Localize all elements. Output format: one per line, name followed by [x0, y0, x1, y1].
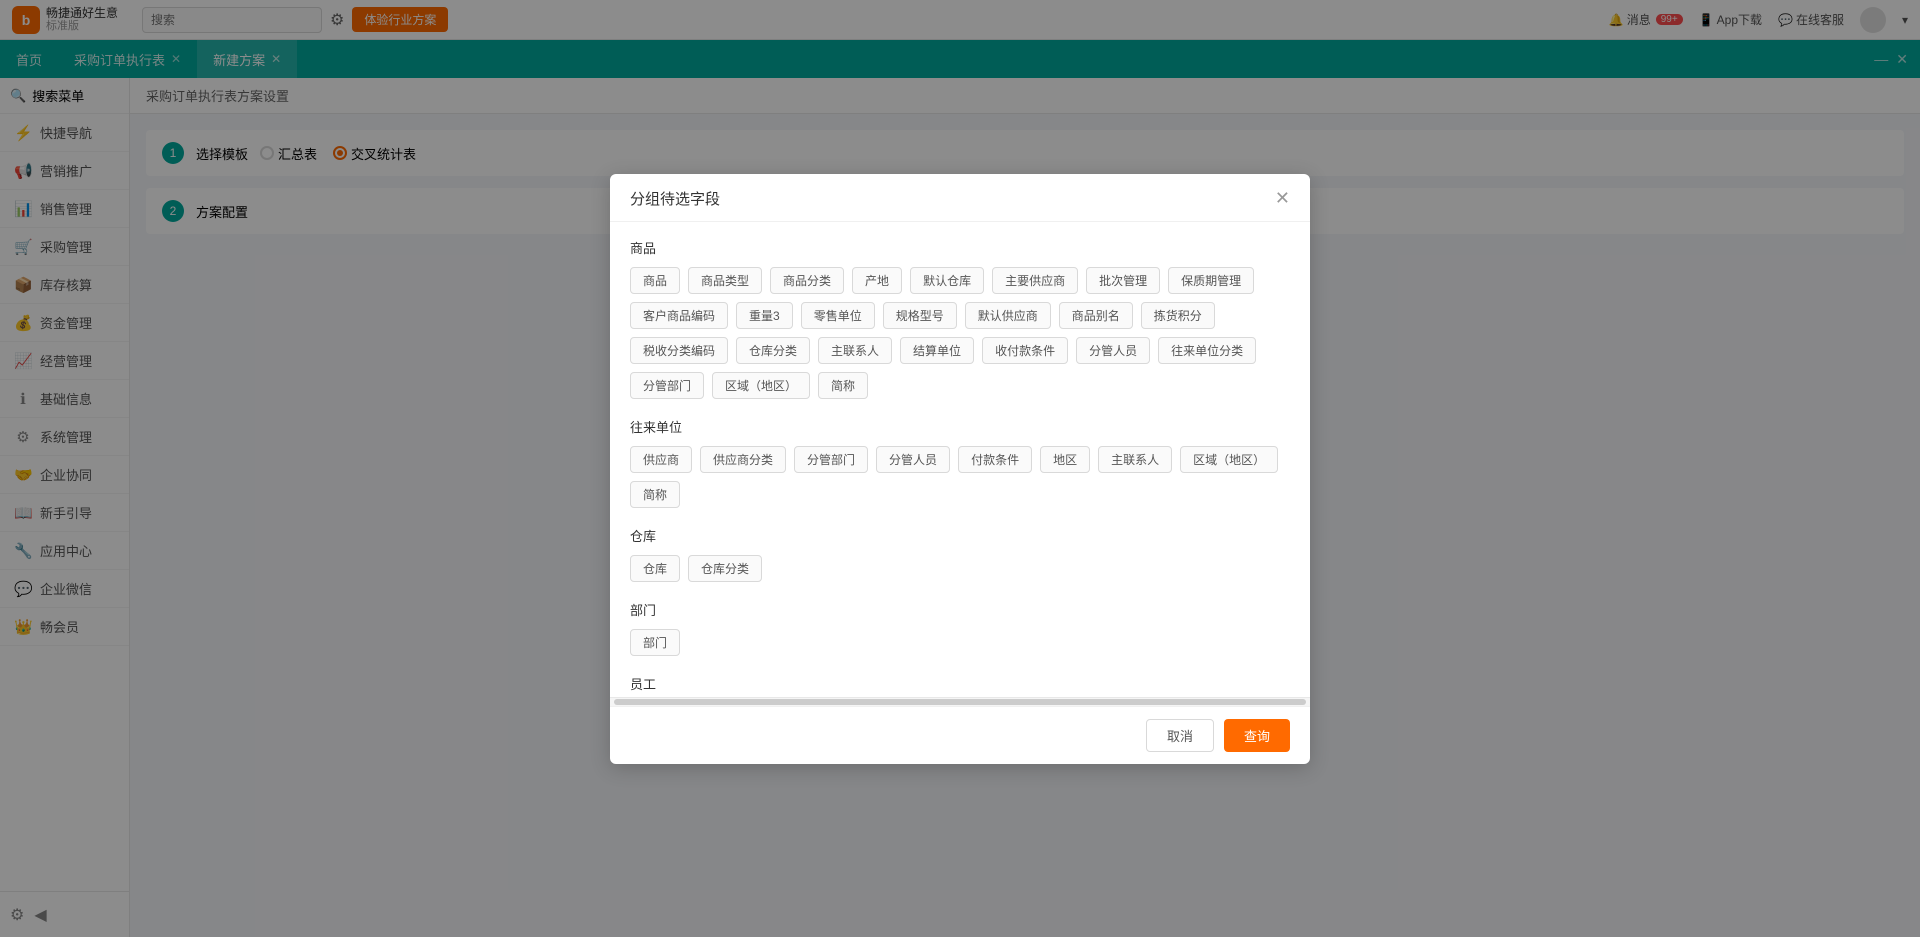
- modal-hscroll-thumb: [614, 699, 1306, 705]
- tag-origin[interactable]: 产地: [852, 267, 902, 294]
- section-employee: 员工 业务员: [630, 674, 1290, 697]
- tag-spec-model[interactable]: 规格型号: [883, 302, 957, 329]
- modal-footer: 取消 查询: [610, 706, 1310, 764]
- section-partner: 往来单位 供应商 供应商分类 分管部门 分管人员 付款条件 地区 主联系人 区域…: [630, 417, 1290, 508]
- tag-warehouse-category[interactable]: 仓库分类: [736, 337, 810, 364]
- tag-partner-dept[interactable]: 分管部门: [794, 446, 868, 473]
- section-partner-title: 往来单位: [630, 417, 1290, 436]
- tag-partner-region[interactable]: 区域（地区）: [1180, 446, 1278, 473]
- modal-close-button[interactable]: ✕: [1275, 188, 1290, 209]
- section-warehouse: 仓库 仓库 仓库分类: [630, 526, 1290, 582]
- tag-batch-mgmt[interactable]: 批次管理: [1086, 267, 1160, 294]
- modal-overlay: 分组待选字段 ✕ 商品 商品 商品类型 商品分类 产地 默认仓库 主要供应商 批…: [0, 0, 1920, 937]
- tag-payment-terms[interactable]: 收付款条件: [982, 337, 1068, 364]
- section-warehouse-tags: 仓库 仓库分类: [630, 555, 1290, 582]
- tag-payment-condition[interactable]: 付款条件: [958, 446, 1032, 473]
- tag-expiry-mgmt[interactable]: 保质期管理: [1168, 267, 1254, 294]
- tag-partner-short[interactable]: 简称: [630, 481, 680, 508]
- tag-tax-code[interactable]: 税收分类编码: [630, 337, 728, 364]
- tag-weight3[interactable]: 重量3: [736, 302, 793, 329]
- section-dept: 部门 部门: [630, 600, 1290, 656]
- tag-region[interactable]: 区域（地区）: [712, 372, 810, 399]
- tag-default-warehouse[interactable]: 默认仓库: [910, 267, 984, 294]
- section-employee-title: 员工: [630, 674, 1290, 693]
- tag-supervisor[interactable]: 分管人员: [1076, 337, 1150, 364]
- tag-partner-supervisor[interactable]: 分管人员: [876, 446, 950, 473]
- tag-product-type[interactable]: 商品类型: [688, 267, 762, 294]
- modal-dialog: 分组待选字段 ✕ 商品 商品 商品类型 商品分类 产地 默认仓库 主要供应商 批…: [610, 174, 1310, 764]
- tag-customer-code[interactable]: 客户商品编码: [630, 302, 728, 329]
- tag-settlement-unit[interactable]: 结算单位: [900, 337, 974, 364]
- tag-pick-points[interactable]: 拣货积分: [1141, 302, 1215, 329]
- tag-dept[interactable]: 部门: [630, 629, 680, 656]
- section-partner-tags: 供应商 供应商分类 分管部门 分管人员 付款条件 地区 主联系人 区域（地区） …: [630, 446, 1290, 508]
- tag-product[interactable]: 商品: [630, 267, 680, 294]
- tag-main-contact[interactable]: 主联系人: [818, 337, 892, 364]
- section-product-tags: 商品 商品类型 商品分类 产地 默认仓库 主要供应商 批次管理 保质期管理 客户…: [630, 267, 1290, 399]
- section-product: 商品 商品 商品类型 商品分类 产地 默认仓库 主要供应商 批次管理 保质期管理…: [630, 238, 1290, 399]
- tag-warehouse[interactable]: 仓库: [630, 555, 680, 582]
- tag-default-supplier[interactable]: 默认供应商: [965, 302, 1051, 329]
- cancel-button[interactable]: 取消: [1146, 719, 1214, 752]
- tag-area[interactable]: 地区: [1040, 446, 1090, 473]
- tag-warehouse-type[interactable]: 仓库分类: [688, 555, 762, 582]
- tag-contact-category[interactable]: 往来单位分类: [1158, 337, 1256, 364]
- tag-partner-contact[interactable]: 主联系人: [1098, 446, 1172, 473]
- modal-title: 分组待选字段: [630, 188, 720, 209]
- modal-header: 分组待选字段 ✕: [610, 174, 1310, 222]
- tag-supplier[interactable]: 供应商: [630, 446, 692, 473]
- section-product-title: 商品: [630, 238, 1290, 257]
- tag-product-alias[interactable]: 商品别名: [1059, 302, 1133, 329]
- confirm-button[interactable]: 查询: [1224, 719, 1290, 752]
- section-warehouse-title: 仓库: [630, 526, 1290, 545]
- tag-product-category[interactable]: 商品分类: [770, 267, 844, 294]
- tag-retail-unit[interactable]: 零售单位: [801, 302, 875, 329]
- tag-dept-managed[interactable]: 分管部门: [630, 372, 704, 399]
- modal-body: 商品 商品 商品类型 商品分类 产地 默认仓库 主要供应商 批次管理 保质期管理…: [610, 222, 1310, 697]
- section-dept-tags: 部门: [630, 629, 1290, 656]
- tag-short-name[interactable]: 简称: [818, 372, 868, 399]
- tag-supplier-category[interactable]: 供应商分类: [700, 446, 786, 473]
- modal-hscrollbar[interactable]: [610, 697, 1310, 706]
- section-dept-title: 部门: [630, 600, 1290, 619]
- tag-main-supplier[interactable]: 主要供应商: [992, 267, 1078, 294]
